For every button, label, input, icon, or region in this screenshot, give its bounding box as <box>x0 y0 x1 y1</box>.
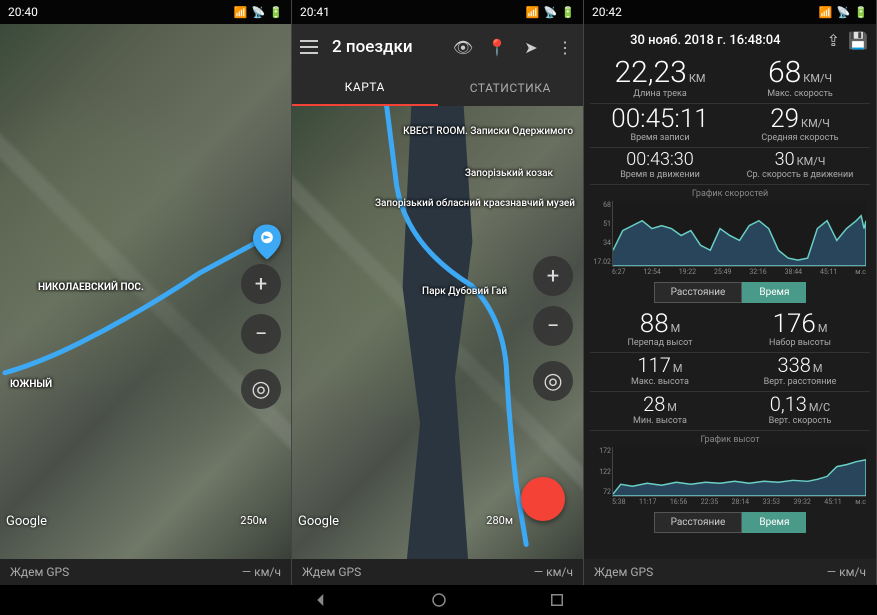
map-attribution: Google <box>298 514 339 529</box>
stat-vert-dist: 338МВерт. расстояние <box>730 353 870 391</box>
map-label-yuzhny: ЮЖНЫЙ <box>10 379 52 390</box>
tab-map[interactable]: КАРТА <box>292 70 438 106</box>
speed-readout: — км/ч <box>534 565 573 579</box>
map-view[interactable]: НИКОЛАЕВСКИЙ ПОС. ЮЖНЫЙ + − ◎ Google 250… <box>0 24 291 559</box>
footer-bar: Ждем GPS — км/ч <box>584 559 876 585</box>
map-label-park: Парк Дубовий Гай <box>422 286 507 297</box>
stats-body: 22,23КМДлина трека 68КМ/ЧМакс. скорость … <box>584 56 876 559</box>
map-label-kozak: Запорізький козак <box>465 168 553 179</box>
stat-min-elev: 28ММин. высота <box>590 392 730 430</box>
screen-stats: 20:42 📶📡🔋 30 нояб. 2018 г. 16:48:04 ⇪ 💾 … <box>584 0 877 585</box>
status-icons: 📶📡🔋 <box>234 6 283 19</box>
statusbar: 20:42 📶📡🔋 <box>584 0 876 24</box>
statusbar: 20:41 📶📡🔋 <box>292 0 583 24</box>
stat-vert-speed: 0,13М/СВерт. скорость <box>730 392 870 430</box>
more-icon[interactable]: ⋮ <box>555 37 575 57</box>
map-label-quest: КВЕСТ ROOM. Записки Одержимого <box>403 126 573 137</box>
app-header: 2 поездки 👁 📍 ➤ ⋮ <box>292 24 583 70</box>
recents-icon[interactable] <box>548 591 566 609</box>
speed-chart: График скоростей 68513417.02 6:2712:5419… <box>590 189 870 276</box>
chart1-toggle: Расстояние Время <box>590 282 870 303</box>
status-time: 20:42 <box>592 5 819 19</box>
toggle-time[interactable]: Время <box>742 512 806 533</box>
zoom-in-button[interactable]: + <box>533 256 573 296</box>
toggle-distance[interactable]: Расстояние <box>654 512 743 533</box>
home-icon[interactable] <box>430 591 448 609</box>
tab-stats[interactable]: СТАТИСТИКА <box>438 70 584 106</box>
stat-move-time: 00:43:30Время в движении <box>590 148 730 184</box>
map-attribution: Google <box>6 514 47 529</box>
status-time: 20:41 <box>300 5 526 19</box>
add-marker-icon[interactable]: 📍 <box>487 37 507 57</box>
toggle-time[interactable]: Время <box>742 282 806 303</box>
track-date: 30 нояб. 2018 г. 16:48:04 <box>592 33 819 48</box>
stat-rec-time: 00:45:11Время записи <box>590 104 730 147</box>
zoom-out-button[interactable]: − <box>533 306 573 346</box>
screen-map-1: 20:40 📶📡🔋 НИКОЛАЕВСКИЙ ПОС. ЮЖНЫЙ + − ◎ … <box>0 0 292 585</box>
stat-max-speed: 68КМ/ЧМакс. скорость <box>730 56 870 103</box>
stat-avg-move-speed: 30КМ/ЧСр. скорость в движении <box>730 148 870 184</box>
toggle-distance[interactable]: Расстояние <box>654 282 743 303</box>
map-label-nikolaevsky: НИКОЛАЕВСКИЙ ПОС. <box>38 282 144 293</box>
status-time: 20:40 <box>8 5 234 19</box>
stat-avg-speed: 29КМ/ЧСредняя скорость <box>730 104 870 147</box>
map-view[interactable]: КВЕСТ ROOM. Записки Одержимого Запорізьк… <box>292 106 583 559</box>
locate-button[interactable]: ◎ <box>533 361 573 401</box>
gps-status: Ждем GPS <box>302 565 361 579</box>
navigate-icon[interactable]: ➤ <box>521 37 541 57</box>
share-icon[interactable]: ⇪ <box>827 31 840 50</box>
status-icons: 📶📡🔋 <box>819 6 868 19</box>
map-scale: 250м <box>240 514 267 527</box>
map-scale: 280м <box>486 514 513 527</box>
menu-icon[interactable] <box>300 40 318 54</box>
stat-elev-gain: 176МНабор высоты <box>730 309 870 352</box>
elevation-chart: График высот 17212272 5:3811:1716:5622:3… <box>590 435 870 506</box>
locate-button[interactable]: ◎ <box>241 369 281 409</box>
stat-elev-diff: 88МПерепад высот <box>590 309 730 352</box>
chart2-toggle: Расстояние Время <box>590 512 870 533</box>
back-icon[interactable] <box>312 591 330 609</box>
footer-bar: Ждем GPS — км/ч <box>292 559 583 585</box>
gps-status: Ждем GPS <box>594 565 653 579</box>
stat-distance: 22,23КМДлина трека <box>590 56 730 103</box>
gps-status: Ждем GPS <box>10 565 69 579</box>
screen-map-2: 20:41 📶📡🔋 2 поездки 👁 📍 ➤ ⋮ КАРТА СТАТИС… <box>292 0 584 585</box>
zoom-out-button[interactable]: − <box>241 314 281 354</box>
save-icon[interactable]: 💾 <box>848 31 868 50</box>
record-button[interactable] <box>521 477 565 521</box>
stat-max-elev: 117ММакс. высота <box>590 353 730 391</box>
visibility-icon[interactable]: 👁 <box>453 37 473 57</box>
zoom-in-button[interactable]: + <box>241 264 281 304</box>
current-location-pin[interactable] <box>253 224 281 260</box>
footer-bar: Ждем GPS — км/ч <box>0 559 291 585</box>
android-navbar <box>0 585 877 615</box>
header-title: 2 поездки <box>332 37 439 57</box>
stats-header: 30 нояб. 2018 г. 16:48:04 ⇪ 💾 <box>584 24 876 56</box>
speed-readout: — км/ч <box>242 565 281 579</box>
status-icons: 📶📡🔋 <box>526 6 575 19</box>
tab-bar: КАРТА СТАТИСТИКА <box>292 70 583 106</box>
statusbar: 20:40 📶📡🔋 <box>0 0 291 24</box>
map-label-museum: Запорізький обласний краєзнавчий музей <box>375 198 575 209</box>
speed-readout: — км/ч <box>827 565 866 579</box>
